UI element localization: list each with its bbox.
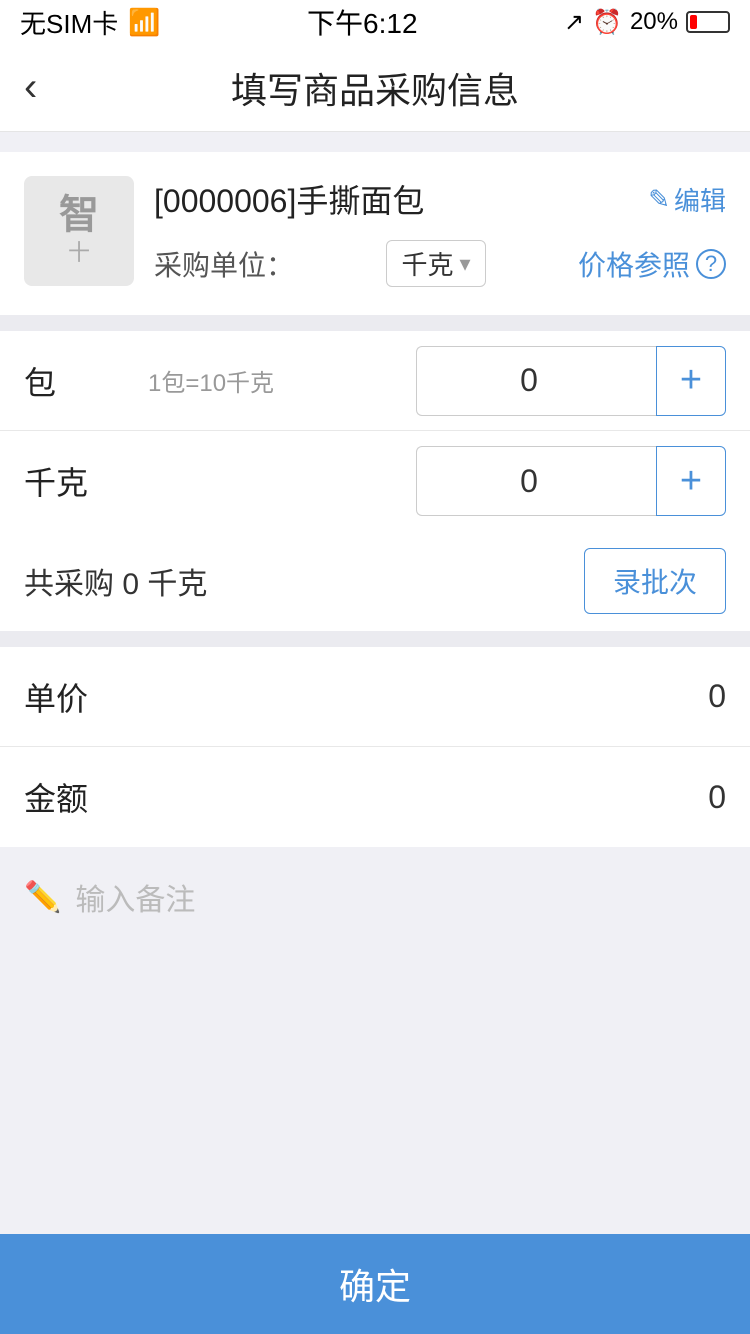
edit-button[interactable]: ✎ 编辑	[648, 181, 726, 218]
bao-row: 包 1包=10千克 +	[0, 331, 750, 431]
bao-plus-button[interactable]: +	[656, 346, 726, 416]
thumbnail-logo-line2: 十	[59, 235, 99, 267]
battery-pct: 20%	[630, 8, 678, 36]
price-ref-label: 价格参照	[578, 244, 690, 284]
pencil-icon: ✏️	[24, 880, 61, 915]
kg-input[interactable]	[416, 446, 656, 516]
status-bar: 无SIM卡 📶 下午6:12 ↗ ⏰ 20%	[0, 0, 750, 44]
product-thumbnail: 智 十	[24, 176, 134, 286]
unit-row: 采购单位： 千克 ▾ 价格参照 ?	[154, 240, 726, 287]
product-name-row: [0000006]手撕面包 ✎ 编辑	[154, 176, 726, 222]
price-value: 0	[708, 678, 726, 715]
unit-value: 千克	[401, 245, 453, 282]
product-info: [0000006]手撕面包 ✎ 编辑 采购单位： 千克 ▾ 价格参照 ?	[154, 176, 726, 287]
price-label: 单价	[24, 674, 88, 720]
batch-button[interactable]: 录批次	[584, 548, 726, 614]
price-row: 单价 0	[0, 647, 750, 747]
status-left: 无SIM卡 📶	[20, 4, 161, 41]
total-text: 共采购 0 千克	[24, 559, 207, 603]
product-separator	[0, 315, 750, 331]
page-title: 填写商品采购信息	[231, 62, 519, 114]
price-ref-button[interactable]: 价格参照 ?	[578, 244, 726, 284]
bao-label: 包	[24, 358, 144, 404]
nav-bar: ‹ 填写商品采购信息	[0, 44, 750, 132]
input-section: 包 1包=10千克 + 千克 +	[0, 331, 750, 531]
amount-value: 0	[708, 779, 726, 816]
location-icon: ↗	[564, 8, 584, 37]
kg-input-wrap: +	[416, 446, 726, 516]
bao-input-wrap: +	[416, 346, 726, 416]
amount-row: 金额 0	[0, 747, 750, 847]
info-section: 单价 0 金额 0	[0, 647, 750, 847]
bao-sublabel: 1包=10千克	[148, 363, 274, 398]
status-right: ↗ ⏰ 20%	[564, 8, 730, 37]
unit-select[interactable]: 千克 ▾	[386, 240, 485, 287]
confirm-button[interactable]: 确定	[0, 1234, 750, 1334]
unit-label: 采购单位：	[154, 244, 294, 284]
edit-label: 编辑	[674, 181, 726, 218]
edit-icon: ✎	[648, 184, 670, 215]
notes-section[interactable]: ✏️ 输入备注	[0, 847, 750, 947]
thumbnail-logo-line1: 智	[59, 195, 99, 235]
wifi-icon: 📶	[128, 7, 160, 38]
notes-placeholder: 输入备注	[75, 875, 195, 919]
bao-input[interactable]	[416, 346, 656, 416]
status-time: 下午6:12	[307, 2, 418, 42]
help-icon: ?	[696, 249, 726, 279]
kg-plus-button[interactable]: +	[656, 446, 726, 516]
product-card: 智 十 [0000006]手撕面包 ✎ 编辑 采购单位： 千克 ▾ 价格参照 ?	[0, 152, 750, 315]
dropdown-arrow-icon: ▾	[459, 251, 470, 277]
product-name: [0000006]手撕面包	[154, 176, 424, 222]
total-row: 共采购 0 千克 录批次	[0, 531, 750, 631]
amount-label: 金额	[24, 774, 88, 820]
alarm-icon: ⏰	[592, 8, 622, 37]
confirm-label: 确定	[339, 1258, 411, 1310]
kg-row: 千克 +	[0, 431, 750, 531]
back-button[interactable]: ‹	[24, 65, 37, 110]
battery-icon	[686, 11, 730, 33]
carrier-text: 无SIM卡	[20, 4, 118, 41]
total-separator	[0, 631, 750, 647]
kg-label: 千克	[24, 458, 144, 504]
top-separator	[0, 132, 750, 152]
